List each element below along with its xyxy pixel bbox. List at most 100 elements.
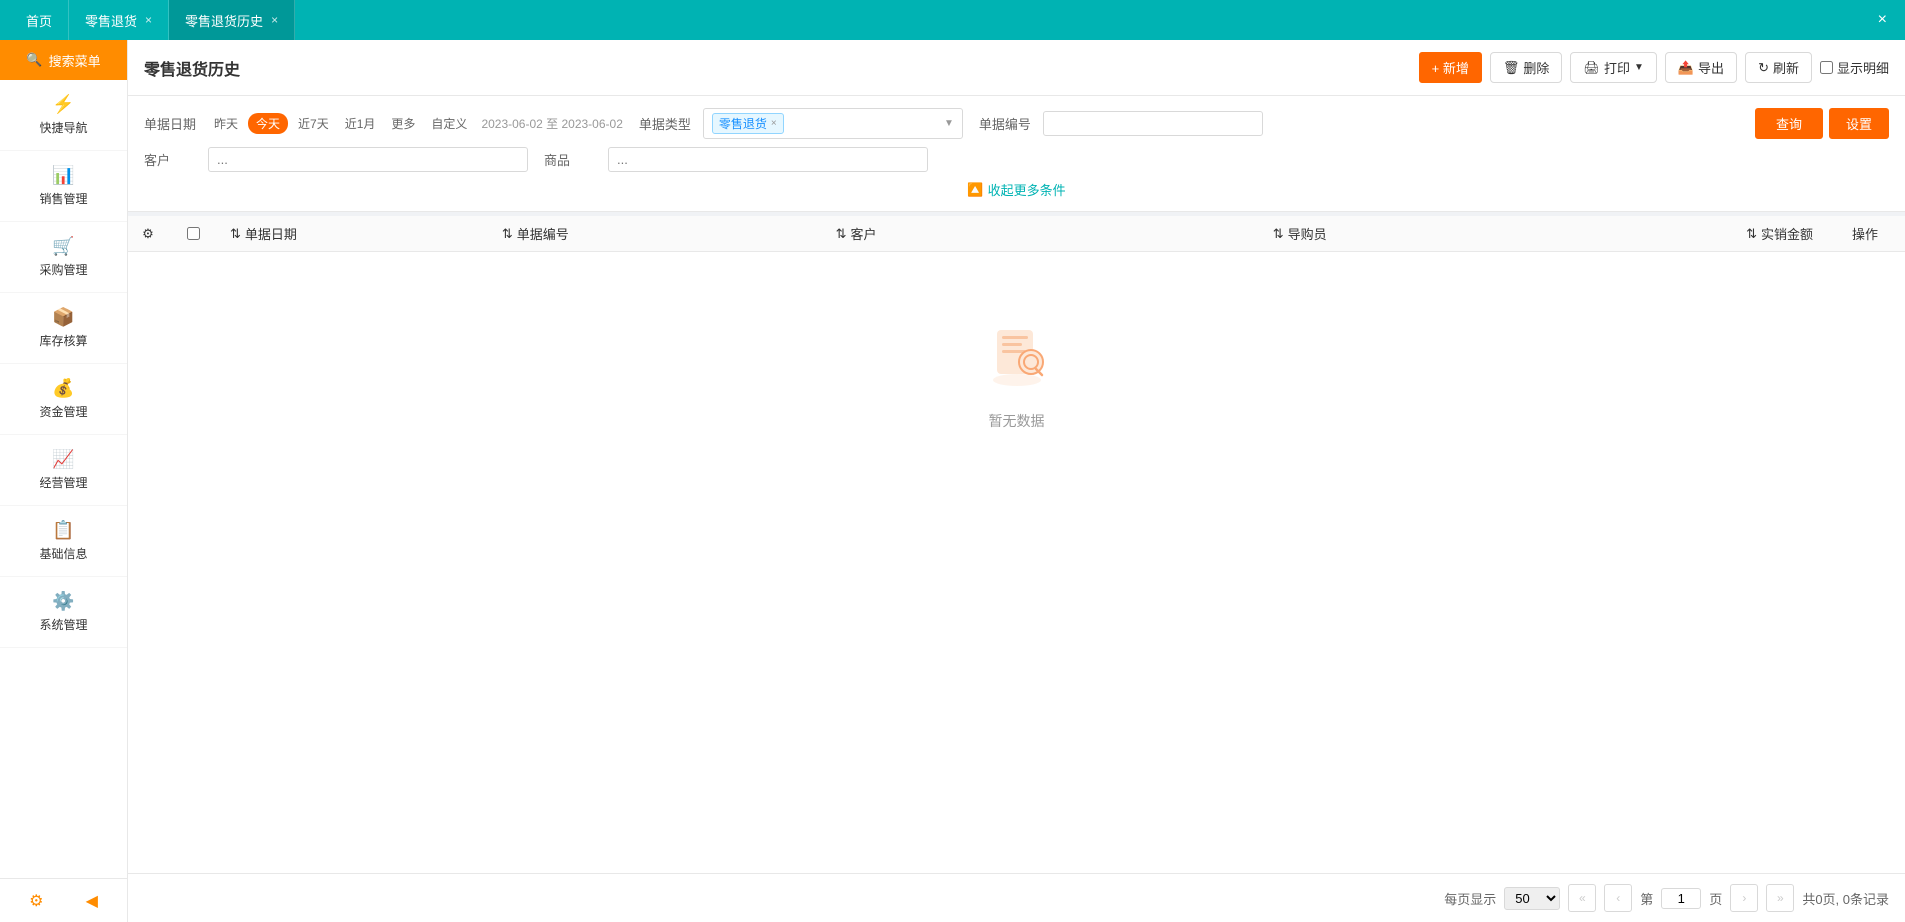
empty-state: 暂无数据 — [128, 252, 1905, 491]
export-button-label: 导出 — [1698, 58, 1724, 77]
refresh-icon: ↻ — [1758, 60, 1769, 76]
sidebar-item-system[interactable]: ⚙️ 系统管理 — [0, 577, 127, 648]
date-custom[interactable]: 自定义 — [425, 113, 473, 134]
th-settings[interactable]: ⚙ — [128, 226, 168, 242]
sidebar: 🔍 搜索菜单 ⚡ 快捷导航 📊 销售管理 🛒 采购管理 📦 库存核算 💰 — [0, 40, 128, 922]
collapse-filter-label: 收起更多条件 — [988, 180, 1066, 199]
print-icon: 🖨 — [1583, 60, 1600, 76]
page-size-select[interactable]: 50 10 20 100 — [1504, 887, 1560, 910]
sidebar-item-finance[interactable]: 💰 资金管理 — [0, 364, 127, 435]
th-checkbox[interactable] — [168, 227, 218, 240]
doc-type-tag-close[interactable]: × — [771, 118, 777, 129]
delete-button[interactable]: 🗑 删除 — [1490, 52, 1563, 83]
doc-type-select[interactable]: 零售退货 × ▼ — [703, 108, 963, 139]
sidebar-item-system-label: 系统管理 — [39, 616, 87, 633]
sidebar-items: ⚡ 快捷导航 📊 销售管理 🛒 采购管理 📦 库存核算 💰 资金管理 📈 — [0, 80, 127, 878]
new-button[interactable]: + 新增 — [1419, 52, 1482, 83]
tab-retail-return-history-close[interactable]: × — [271, 13, 278, 27]
doc-no-input[interactable] — [1043, 111, 1263, 136]
sidebar-item-basic-info[interactable]: 📋 基础信息 — [0, 506, 127, 577]
th-amount[interactable]: ⇅ 实销金额 — [1594, 224, 1825, 243]
collapse-sidebar-icon[interactable]: ◀ — [86, 891, 98, 911]
page-number-input[interactable] — [1661, 888, 1701, 909]
table-container: ⚙ ⇅ 单据日期 ⇅ 单据编号 ⇅ 客户 ⇅ — [128, 216, 1905, 873]
print-button-label: 打印 — [1604, 58, 1630, 77]
delete-button-label: 删除 — [1523, 58, 1549, 77]
next-page-button[interactable]: › — [1730, 884, 1758, 912]
settings-bottom-icon[interactable]: ⚙ — [29, 891, 43, 911]
tab-retail-return[interactable]: 零售退货 × — [69, 0, 169, 40]
collapse-up-icon: 🔼 — [967, 182, 983, 198]
total-info: 共0页, 0条记录 — [1802, 889, 1889, 908]
sidebar-item-operations[interactable]: 📈 经营管理 — [0, 435, 127, 506]
first-page-button[interactable]: « — [1568, 884, 1596, 912]
date-range-display: 2023-06-02 至 2023-06-02 — [481, 115, 622, 132]
inventory-icon: 📦 — [52, 307, 74, 328]
sidebar-item-sales-label: 销售管理 — [39, 190, 87, 207]
th-no-label: 单据编号 — [517, 224, 569, 243]
delete-icon: 🗑 — [1503, 60, 1520, 76]
new-button-label: + 新增 — [1432, 58, 1469, 77]
date-today[interactable]: 今天 — [248, 113, 288, 134]
export-button[interactable]: 📤 导出 — [1665, 52, 1737, 83]
display-detail-checkbox[interactable] — [1820, 61, 1833, 74]
tab-retail-return-close[interactable]: × — [145, 13, 152, 27]
setting-button[interactable]: 设置 — [1829, 108, 1889, 139]
th-amount-label: 实销金额 — [1761, 224, 1813, 243]
table-header: ⚙ ⇅ 单据日期 ⇅ 单据编号 ⇅ 客户 ⇅ — [128, 216, 1905, 252]
prev-page-button[interactable]: ‹ — [1604, 884, 1632, 912]
doc-no-label: 单据编号 — [979, 114, 1035, 133]
th-date[interactable]: ⇅ 单据日期 — [218, 224, 490, 243]
print-chevron-icon: ▼ — [1634, 62, 1644, 73]
tab-retail-return-label: 零售退货 — [85, 11, 137, 30]
header-actions: + 新增 🗑 删除 🖨 打印 ▼ 📤 导出 ↻ 刷新 — [1419, 52, 1889, 83]
date-more[interactable]: 更多 — [385, 113, 421, 134]
purchase-mgmt-icon: 🛒 — [52, 236, 74, 257]
empty-icon — [977, 312, 1057, 395]
sidebar-search-label: 搜索菜单 — [49, 51, 101, 70]
top-bar: 首页 零售退货 × 零售退货历史 × × — [0, 0, 1905, 40]
date-1month[interactable]: 近1月 — [339, 113, 382, 134]
column-settings-icon[interactable]: ⚙ — [142, 226, 154, 242]
customer-filter-item: 客户 — [144, 147, 528, 172]
customer-filter-label: 客户 — [144, 150, 200, 169]
last-page-button[interactable]: » — [1766, 884, 1794, 912]
tab-retail-return-history-label: 零售退货历史 — [185, 11, 263, 30]
goods-filter-item: 商品 — [544, 147, 928, 172]
collapse-filter-button[interactable]: 🔼 收起更多条件 — [967, 180, 1065, 199]
doc-type-label: 单据类型 — [639, 114, 695, 133]
select-all-checkbox[interactable] — [187, 227, 200, 240]
customer-input[interactable] — [208, 147, 528, 172]
date-7days[interactable]: 近7天 — [292, 113, 335, 134]
query-button[interactable]: 查询 — [1755, 108, 1823, 139]
date-filter-label: 单据日期 — [144, 114, 200, 133]
sidebar-search[interactable]: 🔍 搜索菜单 — [0, 40, 127, 80]
th-guide[interactable]: ⇅ 导购员 — [1261, 224, 1595, 243]
sidebar-item-purchase-label: 采购管理 — [39, 261, 87, 278]
display-detail-checkbox-label: 显示明细 — [1820, 58, 1889, 77]
sidebar-item-sales-mgmt[interactable]: 📊 销售管理 — [0, 151, 127, 222]
goods-input[interactable] — [608, 147, 928, 172]
sidebar-item-inventory-label: 库存核算 — [39, 332, 87, 349]
quick-nav-icon: ⚡ — [52, 94, 74, 115]
search-icon: 🔍 — [26, 52, 42, 68]
tab-home-label: 首页 — [26, 11, 52, 30]
page-header: 零售退货历史 + 新增 🗑 删除 🖨 打印 ▼ 📤 导出 — [128, 40, 1905, 96]
doc-no-filter-item: 单据编号 — [979, 111, 1263, 136]
filter-row-1: 单据日期 昨天 今天 近7天 近1月 更多 自定义 2023-06-02 至 2… — [144, 108, 1889, 139]
th-customer[interactable]: ⇅ 客户 — [824, 224, 1261, 243]
tab-retail-return-history[interactable]: 零售退货历史 × — [169, 0, 295, 40]
refresh-button[interactable]: ↻ 刷新 — [1745, 52, 1812, 83]
sidebar-item-purchase-mgmt[interactable]: 🛒 采购管理 — [0, 222, 127, 293]
date-yesterday[interactable]: 昨天 — [208, 113, 244, 134]
date-filter-item: 单据日期 昨天 今天 近7天 近1月 更多 自定义 2023-06-02 至 2… — [144, 113, 623, 134]
window-close-button[interactable]: × — [1870, 11, 1895, 29]
tab-home[interactable]: 首页 — [10, 0, 69, 40]
th-no[interactable]: ⇅ 单据编号 — [490, 224, 824, 243]
sidebar-item-quick-nav[interactable]: ⚡ 快捷导航 — [0, 80, 127, 151]
basic-info-icon: 📋 — [52, 520, 74, 541]
sidebar-item-inventory[interactable]: 📦 库存核算 — [0, 293, 127, 364]
print-button[interactable]: 🖨 打印 ▼ — [1570, 52, 1656, 83]
query-actions: 查询 设置 — [1755, 108, 1889, 139]
finance-icon: 💰 — [52, 378, 74, 399]
